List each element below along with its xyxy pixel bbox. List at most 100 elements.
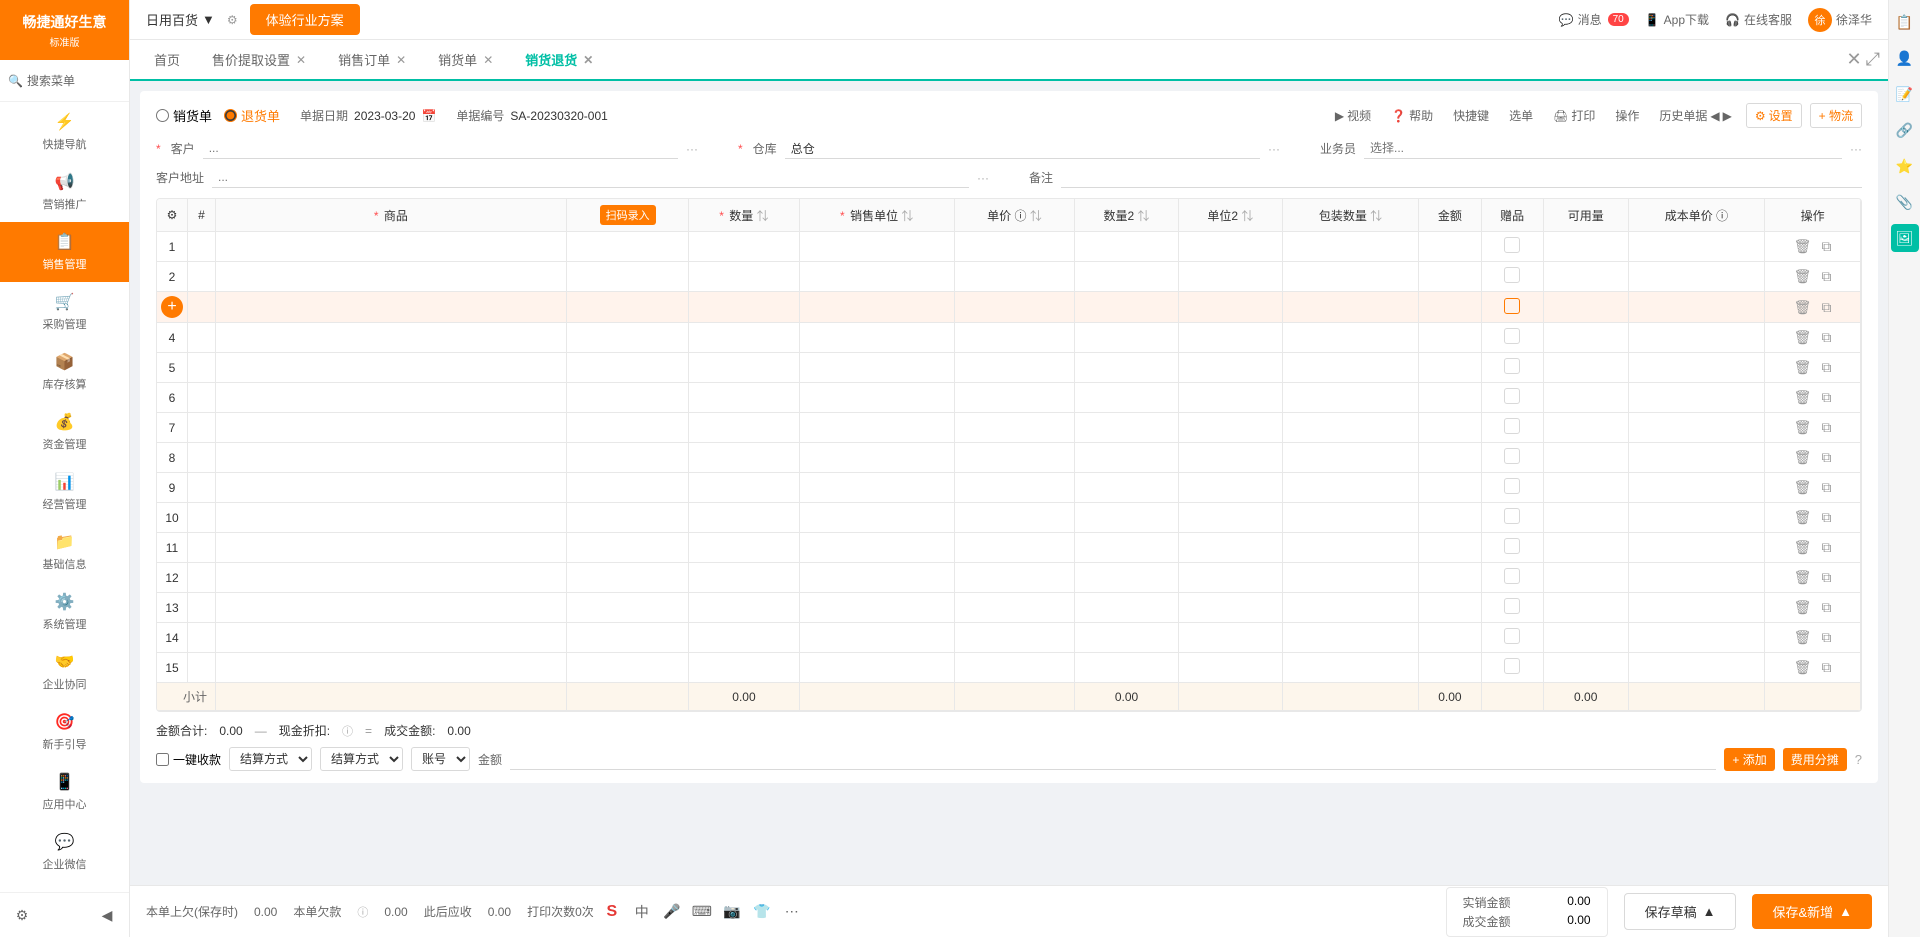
shirt-icon[interactable]: 👕 [750, 900, 774, 924]
sidebar-item-finance[interactable]: 💰 资金管理 [0, 402, 129, 462]
tab-sale-delivery-close[interactable]: ✕ [483, 53, 493, 67]
sidebar-item-marketing[interactable]: 📢 营销推广 [0, 162, 129, 222]
delete-row[interactable]: 🗑 [1792, 597, 1814, 618]
row-unit-price-1[interactable] [954, 232, 1074, 262]
address-input[interactable] [212, 167, 969, 188]
row-pack-qty-2[interactable] [1282, 262, 1419, 292]
sidebar-item-wechat[interactable]: 💬 企业微信 [0, 822, 129, 882]
row-unit2-2[interactable] [1178, 262, 1282, 292]
row-qty2-1[interactable] [1075, 232, 1179, 262]
settings-btn[interactable]: ⚙ 设置 [1746, 103, 1802, 128]
sort-icon4[interactable]: ⇅ [1138, 209, 1150, 223]
scan-btn[interactable]: 扫码录入 [600, 205, 656, 225]
fee-split-btn[interactable]: 费用分摊 [1783, 748, 1847, 771]
copy-row[interactable]: ⧉ [1819, 537, 1833, 558]
tab-sale-return[interactable]: 销货退货 ✕ [509, 40, 609, 81]
warehouse-input[interactable] [785, 138, 1260, 159]
sidebar-item-apps[interactable]: 📱 应用中心 [0, 762, 129, 822]
copy-row-2[interactable]: ⧉ [1819, 266, 1833, 287]
copy-row[interactable]: ⧉ [1819, 327, 1833, 348]
select-btn[interactable]: 选单 [1503, 104, 1539, 127]
sidebar-item-basic[interactable]: 📁 基础信息 [0, 522, 129, 582]
print-btn[interactable]: 🖨 打印 [1547, 104, 1601, 127]
right-panel-icon-1[interactable]: 📋 [1891, 8, 1919, 36]
sidebar-item-system[interactable]: ⚙️ 系统管理 [0, 582, 129, 642]
video-btn[interactable]: ▶ 视频 [1329, 104, 1377, 127]
row-amount-1[interactable] [1419, 232, 1481, 262]
tab-sale-delivery[interactable]: 销货单 ✕ [422, 40, 509, 81]
row-available-1[interactable] [1543, 232, 1628, 262]
copy-row[interactable]: ⧉ [1819, 507, 1833, 528]
product-input-3[interactable] [220, 300, 562, 315]
discount-info-icon[interactable]: ⓘ [342, 723, 353, 739]
row-unit2-3[interactable] [1178, 292, 1282, 323]
tab-sale-price[interactable]: 售价提取设置 ✕ [196, 40, 322, 81]
sidebar-item-sales[interactable]: 📋 销售管理 [0, 222, 129, 282]
row-qty2-3[interactable] [1075, 292, 1179, 323]
row-amount-2[interactable] [1419, 262, 1481, 292]
app-download-item[interactable]: 📱 App下载 [1645, 11, 1709, 28]
one-click-pay-check[interactable]: 一键收款 [156, 751, 221, 768]
remark-input[interactable] [1061, 167, 1862, 188]
sidebar-item-shortcut[interactable]: ⚡ 快捷导航 [0, 102, 129, 162]
row-product-3[interactable] [216, 292, 567, 323]
right-panel-icon-7[interactable]: 🖼 [1891, 224, 1919, 252]
delete-row-3[interactable]: 🗑 [1792, 297, 1814, 318]
row-gift-2[interactable] [1481, 262, 1543, 292]
tab-home[interactable]: 首页 [138, 40, 196, 81]
search-menu-button[interactable]: 🔍 搜索菜单 [8, 68, 121, 93]
radio-sale-input[interactable] [156, 109, 169, 122]
delete-row[interactable]: 🗑 [1792, 657, 1814, 678]
row-qty-3[interactable] [689, 292, 799, 323]
copy-row[interactable]: ⧉ [1819, 357, 1833, 378]
delete-row[interactable]: 🗑 [1792, 417, 1814, 438]
amount-input[interactable] [510, 749, 1716, 770]
collapse-icon[interactable]: ◀ [95, 903, 119, 927]
right-panel-icon-5[interactable]: ⭐ [1891, 152, 1919, 180]
delete-row[interactable]: 🗑 [1792, 447, 1814, 468]
copy-row[interactable]: ⧉ [1819, 627, 1833, 648]
method-select[interactable]: 结算方式 [229, 747, 312, 771]
row-qty-2[interactable] [689, 262, 799, 292]
delete-row[interactable]: 🗑 [1792, 477, 1814, 498]
row-product-1[interactable] [216, 232, 567, 262]
history-btn[interactable]: 历史单据 ◀ ▶ [1653, 104, 1737, 127]
row-cost-2[interactable] [1628, 262, 1764, 292]
copy-row-3[interactable]: ⧉ [1819, 297, 1833, 318]
right-panel-icon-4[interactable]: 🔗 [1891, 116, 1919, 144]
calendar-icon[interactable]: 📅 [421, 109, 436, 123]
delete-row[interactable]: 🗑 [1792, 387, 1814, 408]
row-pack-qty-1[interactable] [1282, 232, 1419, 262]
save-new-button[interactable]: 保存&新增 ▲ [1752, 894, 1872, 929]
more-icon[interactable]: ⋯ [780, 900, 804, 924]
delete-row-1[interactable]: 🗑 [1792, 236, 1814, 257]
radio-return-input[interactable] [224, 109, 237, 122]
right-panel-icon-6[interactable]: 📎 [1891, 188, 1919, 216]
add-logistics-btn[interactable]: + 物流 [1810, 103, 1862, 128]
copy-row[interactable]: ⧉ [1819, 387, 1833, 408]
one-click-checkbox[interactable] [156, 753, 169, 766]
sidebar-item-operations[interactable]: 📊 经营管理 [0, 462, 129, 522]
delete-row[interactable]: 🗑 [1792, 567, 1814, 588]
tab-sale-order[interactable]: 销售订单 ✕ [322, 40, 422, 81]
row-sale-unit-3[interactable] [799, 292, 954, 323]
message-item[interactable]: 💬 消息 70 [1559, 11, 1629, 28]
sidebar-item-inventory[interactable]: 📦 库存核算 [0, 342, 129, 402]
tab-sale-order-close[interactable]: ✕ [396, 53, 406, 67]
debt-info-icon[interactable]: ⓘ [357, 904, 368, 920]
copy-row[interactable]: ⧉ [1819, 657, 1833, 678]
row-unit-price-2[interactable] [954, 262, 1074, 292]
mic-icon[interactable]: 🎤 [660, 900, 684, 924]
row-sale-unit-2[interactable] [799, 262, 954, 292]
camera-icon[interactable]: 📷 [720, 900, 744, 924]
delete-row-2[interactable]: 🗑 [1792, 266, 1814, 287]
radio-sale[interactable]: 销货单 [156, 106, 212, 125]
radio-return[interactable]: 退货单 [224, 106, 280, 125]
operate-btn[interactable]: 操作 [1609, 104, 1645, 127]
row-available-3[interactable] [1543, 292, 1628, 323]
experience-button[interactable]: 体验行业方案 [250, 4, 360, 35]
sidebar-item-member[interactable]: 👑 畅会员 [0, 882, 129, 892]
add-payment-btn[interactable]: + 添加 [1724, 748, 1774, 771]
right-panel-icon-2[interactable]: 👤 [1891, 44, 1919, 72]
save-draft-button[interactable]: 保存草稿 ▲ [1624, 893, 1737, 930]
